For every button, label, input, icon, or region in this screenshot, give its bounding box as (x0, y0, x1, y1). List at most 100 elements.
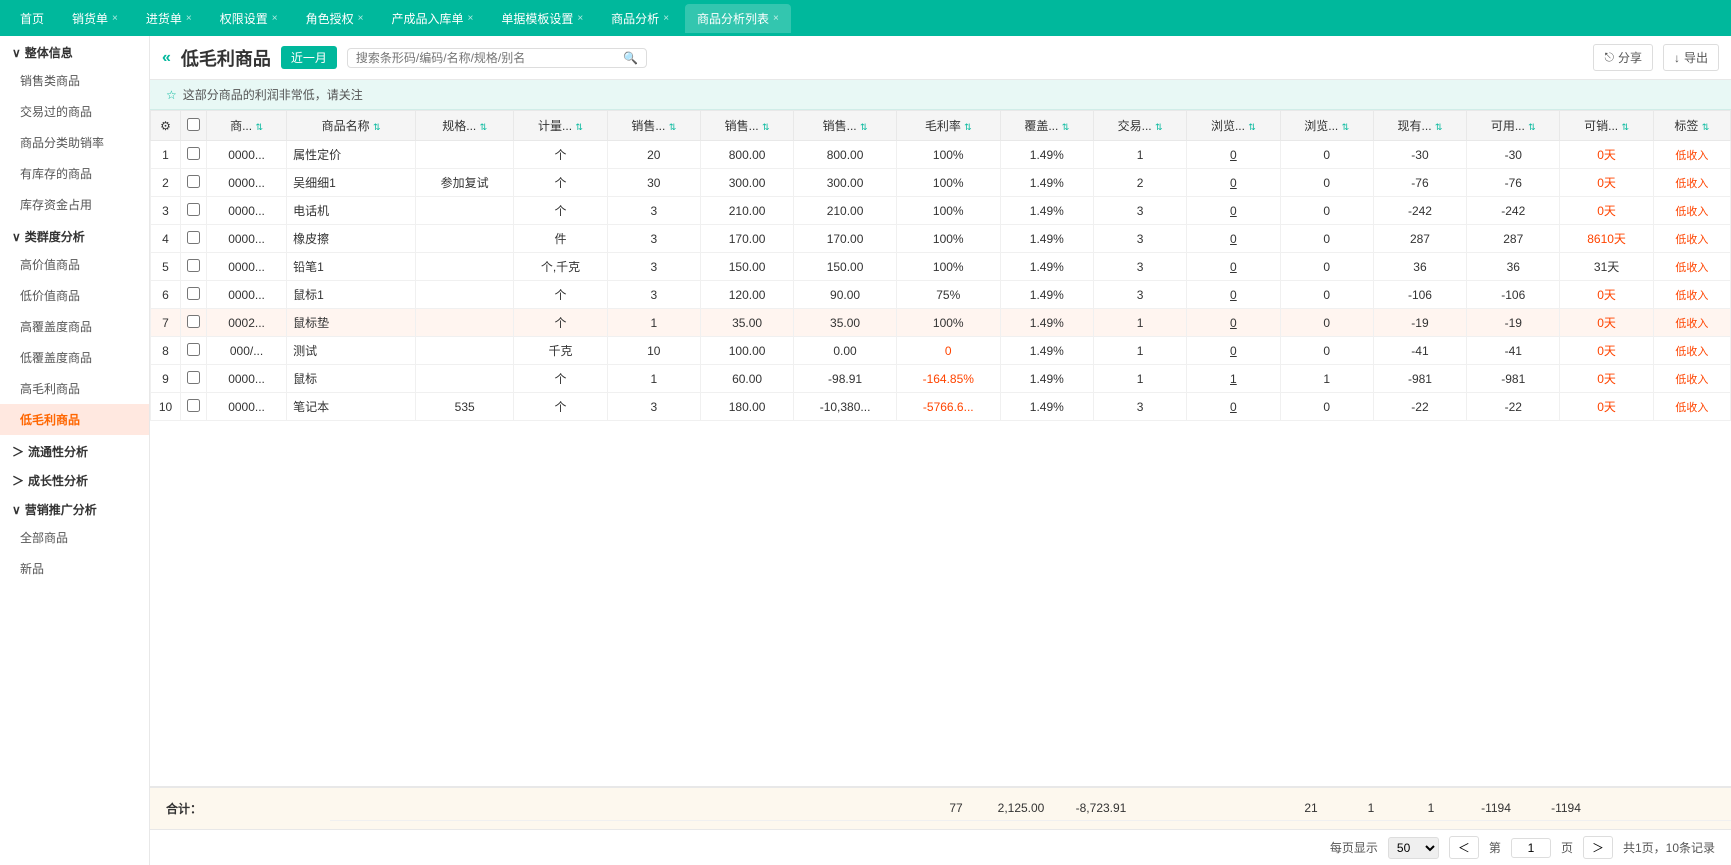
row-checkbox[interactable] (187, 147, 200, 160)
chevron-right-icon-2: ＞ (12, 472, 24, 489)
cell-code: 0000... (207, 281, 287, 309)
row-checkbox[interactable] (187, 175, 200, 188)
cell-checkbox[interactable] (181, 309, 207, 337)
col-name[interactable]: 商品名称 ⇅ (287, 111, 416, 141)
cell-checkbox[interactable] (181, 225, 207, 253)
close-roles-icon[interactable]: × (358, 13, 364, 24)
col-code[interactable]: 商... ⇅ (207, 111, 287, 141)
sidebar-item-high-value[interactable]: 高价值商品 (0, 249, 149, 280)
sidebar-item-low-coverage[interactable]: 低覆盖度商品 (0, 342, 149, 373)
col-sales-qty[interactable]: 销售... ⇅ (607, 111, 700, 141)
col-settings[interactable]: ⚙ (151, 111, 181, 141)
cell-available: -106 (1467, 281, 1560, 309)
col-sales-price[interactable]: 销售... ⇅ (700, 111, 793, 141)
nav-item-purchase[interactable]: 进货单 × (134, 4, 204, 33)
nav-item-analysis[interactable]: 商品分析 × (599, 4, 681, 33)
page-number-input[interactable] (1511, 838, 1551, 858)
cell-checkbox[interactable] (181, 281, 207, 309)
sidebar-item-all-products[interactable]: 全部商品 (0, 522, 149, 553)
col-tag[interactable]: 标签 ⇅ (1653, 111, 1730, 141)
cell-view1[interactable]: 0 (1187, 225, 1280, 253)
sidebar-group-flow[interactable]: ＞ 流通性分析 (0, 435, 149, 464)
cell-checkbox[interactable] (181, 141, 207, 169)
nav-item-home[interactable]: 首页 (8, 4, 56, 33)
sidebar-item-high-margin[interactable]: 高毛利商品 (0, 373, 149, 404)
sidebar-item-low-value[interactable]: 低价值商品 (0, 280, 149, 311)
sidebar-group-overall[interactable]: ∨ 整体信息 (0, 36, 149, 65)
nav-item-products[interactable]: 产成品入库单 × (379, 4, 485, 33)
col-spec[interactable]: 规格... ⇅ (416, 111, 514, 141)
col-current-stock[interactable]: 现有... ⇅ (1373, 111, 1466, 141)
sidebar-group-marketing[interactable]: ∨ 营销推广分析 (0, 493, 149, 522)
close-products-icon[interactable]: × (467, 13, 473, 24)
sidebar-item-stock-capital[interactable]: 库存资金占用 (0, 189, 149, 220)
nav-item-templates[interactable]: 单据模板设置 × (489, 4, 595, 33)
cell-view1[interactable]: 0 (1187, 169, 1280, 197)
col-view1[interactable]: 浏览... ⇅ (1187, 111, 1280, 141)
search-input[interactable] (356, 51, 617, 65)
col-saleable[interactable]: 可销... ⇅ (1560, 111, 1653, 141)
sidebar-item-in-stock[interactable]: 有库存的商品 (0, 158, 149, 189)
period-button[interactable]: 近一月 (281, 46, 337, 69)
search-icon[interactable]: 🔍 (623, 51, 638, 65)
nav-item-roles[interactable]: 角色授权 × (294, 4, 376, 33)
row-checkbox[interactable] (187, 203, 200, 216)
sidebar-group-cluster[interactable]: ∨ 类群度分析 (0, 220, 149, 249)
cell-sales-qty: 3 (607, 393, 700, 421)
share-button[interactable]: ⎋ 分享 (1593, 44, 1653, 71)
prev-page-button[interactable]: ＜ (1449, 836, 1479, 859)
collapse-button[interactable]: « (162, 49, 171, 67)
sidebar-item-category-sales[interactable]: 商品分类助销率 (0, 127, 149, 158)
cell-view1[interactable]: 1 (1187, 365, 1280, 393)
cell-view1[interactable]: 0 (1187, 253, 1280, 281)
page-size-select[interactable]: 50 10 20 100 (1388, 837, 1439, 859)
nav-item-sales[interactable]: 销货单 × (60, 4, 130, 33)
close-analysis-icon[interactable]: × (663, 13, 669, 24)
next-page-button[interactable]: ＞ (1583, 836, 1613, 859)
cell-checkbox[interactable] (181, 393, 207, 421)
col-trade[interactable]: 交易... ⇅ (1093, 111, 1186, 141)
col-available[interactable]: 可用... ⇅ (1467, 111, 1560, 141)
close-perms-icon[interactable]: × (272, 13, 278, 24)
row-checkbox[interactable] (187, 399, 200, 412)
col-checkbox[interactable] (181, 111, 207, 141)
close-analysis-list-icon[interactable]: × (773, 13, 779, 24)
row-checkbox[interactable] (187, 371, 200, 384)
close-sales-icon[interactable]: × (112, 13, 118, 24)
nav-item-perms[interactable]: 权限设置 × (208, 4, 290, 33)
cell-view1[interactable]: 0 (1187, 337, 1280, 365)
col-unit[interactable]: 计量... ⇅ (514, 111, 607, 141)
close-purchase-icon[interactable]: × (186, 13, 192, 24)
cell-checkbox[interactable] (181, 169, 207, 197)
cell-view1[interactable]: 0 (1187, 309, 1280, 337)
cell-view1[interactable]: 0 (1187, 393, 1280, 421)
col-coverage[interactable]: 覆盖... ⇅ (1000, 111, 1093, 141)
sidebar-item-new-products[interactable]: 新品 (0, 553, 149, 584)
page-label: 第 (1489, 839, 1501, 856)
sidebar-item-low-margin[interactable]: 低毛利商品 (0, 404, 149, 435)
col-margin[interactable]: 毛利率 ⇅ (896, 111, 1000, 141)
sidebar-group-growth[interactable]: ＞ 成长性分析 (0, 464, 149, 493)
sidebar-item-high-coverage[interactable]: 高覆盖度商品 (0, 311, 149, 342)
cell-view1[interactable]: 0 (1187, 197, 1280, 225)
row-checkbox[interactable] (187, 259, 200, 272)
cell-checkbox[interactable] (181, 197, 207, 225)
sidebar-item-traded-products[interactable]: 交易过的商品 (0, 96, 149, 127)
row-checkbox[interactable] (187, 287, 200, 300)
cell-view1[interactable]: 0 (1187, 141, 1280, 169)
cell-checkbox[interactable] (181, 337, 207, 365)
col-sales-amount[interactable]: 销售... ⇅ (794, 111, 897, 141)
row-checkbox[interactable] (187, 343, 200, 356)
col-view2[interactable]: 浏览... ⇅ (1280, 111, 1373, 141)
export-button[interactable]: ↓ 导出 (1663, 44, 1719, 71)
close-templates-icon[interactable]: × (577, 13, 583, 24)
row-checkbox[interactable] (187, 315, 200, 328)
summary-available: -1194 (1531, 796, 1601, 821)
sidebar-item-sales-products[interactable]: 销售类商品 (0, 65, 149, 96)
cell-checkbox[interactable] (181, 365, 207, 393)
select-all-checkbox[interactable] (187, 118, 200, 131)
cell-view1[interactable]: 0 (1187, 281, 1280, 309)
row-checkbox[interactable] (187, 231, 200, 244)
cell-checkbox[interactable] (181, 253, 207, 281)
nav-item-analysis-list[interactable]: 商品分析列表 × (685, 4, 791, 33)
